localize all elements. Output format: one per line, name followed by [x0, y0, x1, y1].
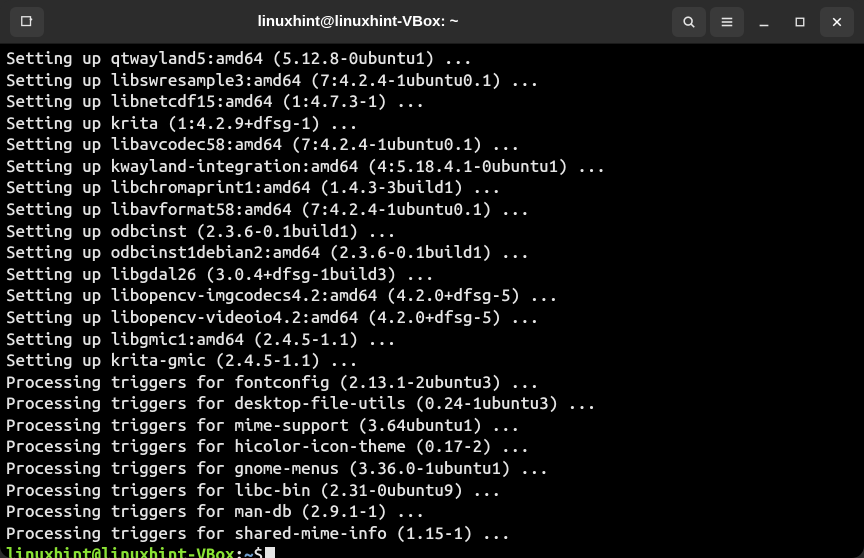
- terminal-line: Setting up libchromaprint1:amd64 (1.4.3-…: [6, 177, 858, 199]
- close-icon: [831, 16, 843, 28]
- prompt-path: ~: [244, 545, 254, 558]
- terminal-line: Setting up libopencv-imgcodecs4.2:amd64 …: [6, 285, 858, 307]
- maximize-button[interactable]: [784, 7, 816, 37]
- terminal-line: Setting up odbcinst (2.3.6-0.1build1) ..…: [6, 221, 858, 243]
- terminal-line: Processing triggers for gnome-menus (3.3…: [6, 458, 858, 480]
- terminal-window: linuxhint@linuxhint-VBox: ~: [0, 0, 864, 558]
- terminal-line: Processing triggers for libc-bin (2.31-0…: [6, 480, 858, 502]
- window-title: linuxhint@linuxhint-VBox: ~: [258, 13, 459, 30]
- terminal-line: Setting up libswresample3:amd64 (7:4.2.4…: [6, 70, 858, 92]
- terminal-line: Setting up libnetcdf15:amd64 (1:4.7.3-1)…: [6, 91, 858, 113]
- titlebar-left: [10, 7, 44, 37]
- terminal-body[interactable]: Setting up qtwayland5:amd64 (5.12.8-0ubu…: [0, 44, 864, 558]
- terminal-line: Processing triggers for shared-mime-info…: [6, 523, 858, 545]
- hamburger-icon: [720, 15, 734, 29]
- titlebar: linuxhint@linuxhint-VBox: ~: [0, 0, 864, 44]
- maximize-icon: [794, 16, 806, 28]
- terminal-line: Setting up libgdal26 (3.0.4+dfsg-1build3…: [6, 264, 858, 286]
- menu-button[interactable]: [710, 7, 744, 37]
- prompt-colon: :: [234, 545, 244, 558]
- prompt-line: linuxhint@linuxhint-VBox:~$: [6, 544, 858, 558]
- terminal-line: Setting up libopencv-videoio4.2:amd64 (4…: [6, 307, 858, 329]
- minimize-icon: [757, 15, 771, 29]
- terminal-line: Setting up libavformat58:amd64 (7:4.2.4-…: [6, 199, 858, 221]
- prompt-user-host: linuxhint@linuxhint-VBox: [6, 545, 234, 558]
- terminal-line: Setting up krita-gmic (2.4.5-1.1) ...: [6, 350, 858, 372]
- terminal-line: Processing triggers for desktop-file-uti…: [6, 393, 858, 415]
- terminal-line: Processing triggers for mime-support (3.…: [6, 415, 858, 437]
- titlebar-right: [672, 7, 854, 37]
- terminal-line: Setting up qtwayland5:amd64 (5.12.8-0ubu…: [6, 48, 858, 70]
- terminal-line: Processing triggers for hicolor-icon-the…: [6, 436, 858, 458]
- cursor: [265, 547, 275, 558]
- terminal-line: Setting up odbcinst1debian2:amd64 (2.3.6…: [6, 242, 858, 264]
- search-icon: [682, 15, 696, 29]
- prompt-symbol: $: [254, 545, 264, 558]
- terminal-line: Processing triggers for man-db (2.9.1-1)…: [6, 501, 858, 523]
- minimize-button[interactable]: [748, 7, 780, 37]
- new-tab-button[interactable]: [10, 7, 44, 37]
- terminal-line: Setting up krita (1:4.2.9+dfsg-1) ...: [6, 113, 858, 135]
- close-button[interactable]: [820, 7, 854, 37]
- terminal-line: Setting up kwayland-integration:amd64 (4…: [6, 156, 858, 178]
- terminal-line: Setting up libavcodec58:amd64 (7:4.2.4-1…: [6, 134, 858, 156]
- terminal-line: Processing triggers for fontconfig (2.13…: [6, 372, 858, 394]
- new-tab-icon: [20, 15, 34, 29]
- search-button[interactable]: [672, 7, 706, 37]
- terminal-line: Setting up libgmic1:amd64 (2.4.5-1.1) ..…: [6, 329, 858, 351]
